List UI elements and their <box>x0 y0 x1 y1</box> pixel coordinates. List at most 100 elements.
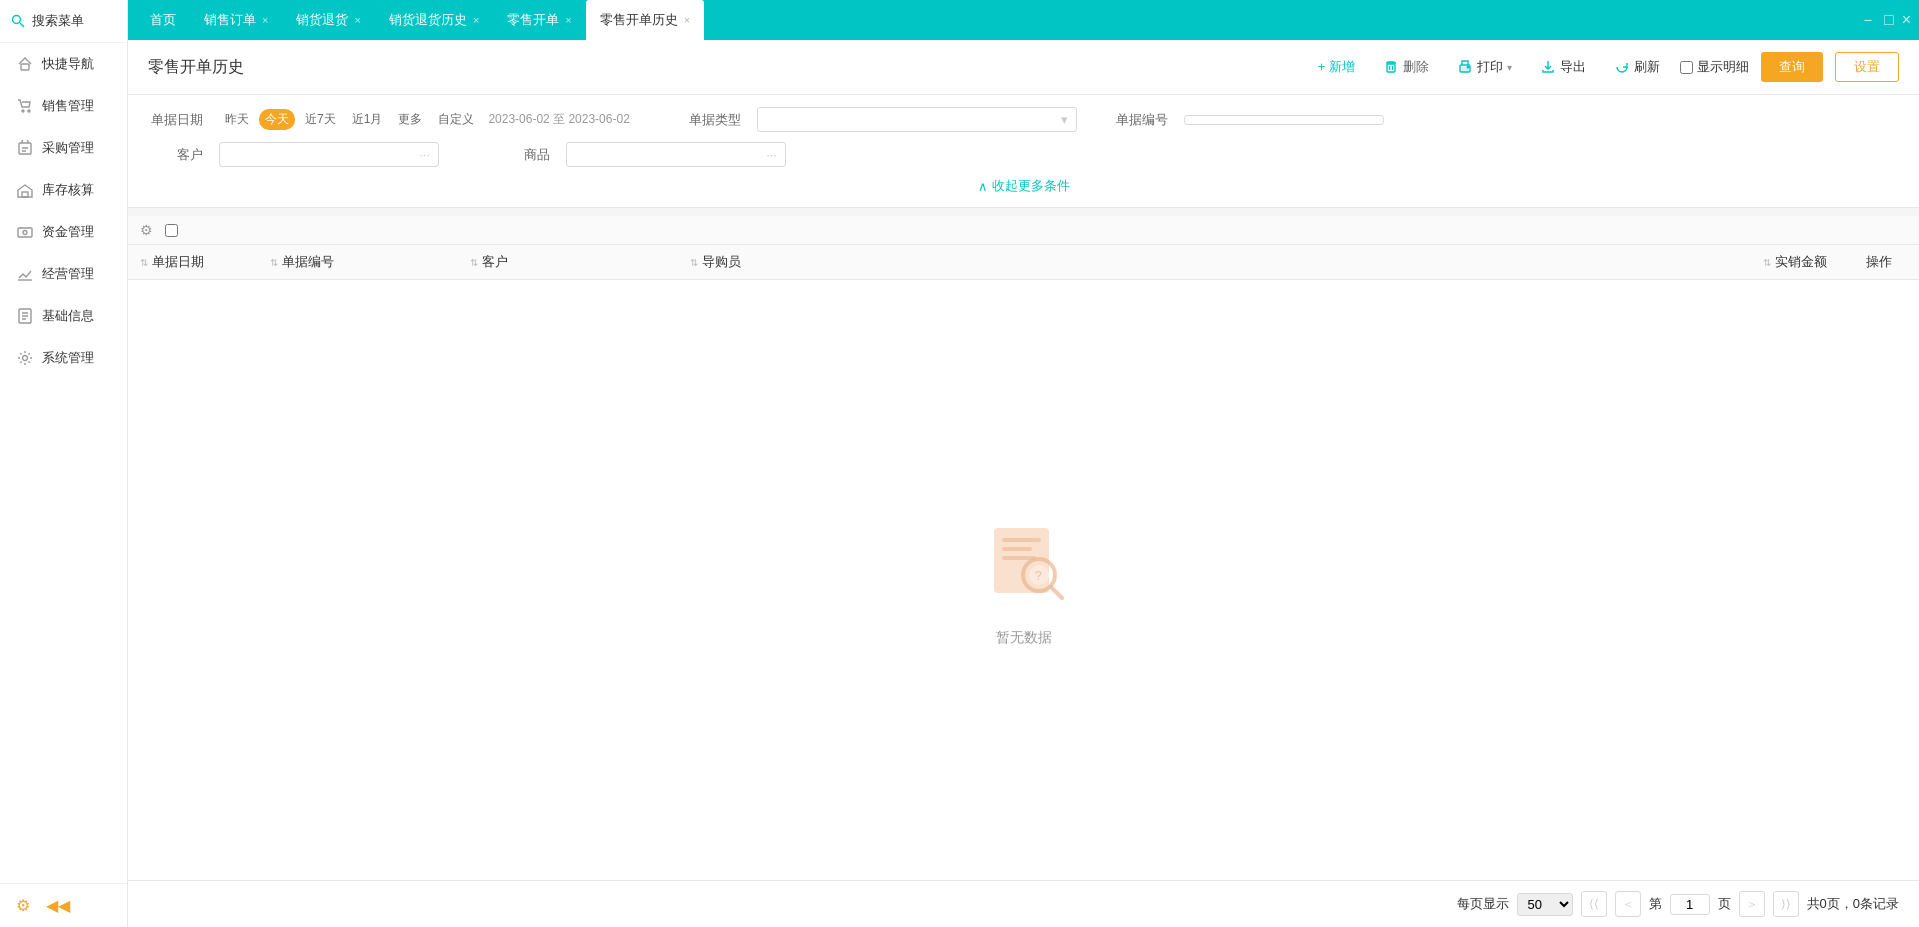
search-menu-label: 搜索菜单 <box>32 12 84 30</box>
query-btn[interactable]: 查询 <box>1761 52 1823 82</box>
next-page-btn[interactable]: ＞ <box>1739 891 1765 917</box>
show-detail-toggle[interactable]: 显示明细 <box>1680 58 1749 76</box>
sort-no-icon[interactable]: ⇅ <box>270 257 278 268</box>
no-input[interactable] <box>1184 115 1384 125</box>
sort-customer-icon[interactable]: ⇅ <box>470 257 478 268</box>
home-icon <box>16 55 34 73</box>
delete-btn[interactable]: 删除 <box>1375 54 1437 80</box>
tab-retail-open-close[interactable]: × <box>565 14 571 26</box>
sidebar-footer: ⚙ ◀◀ <box>0 883 127 927</box>
th-guide: ⇅ 导购员 <box>678 253 798 271</box>
tab-retail-open[interactable]: 零售开单 × <box>493 0 585 40</box>
tab-retail-open-history-label: 零售开单历史 <box>600 11 678 29</box>
th-date: ⇅ 单据日期 <box>128 253 258 271</box>
customer-picker-icon[interactable]: ··· <box>419 147 430 162</box>
sidebar-item-label: 快捷导航 <box>42 55 94 73</box>
page-number-input[interactable] <box>1670 894 1710 915</box>
shortcut-custom[interactable]: 自定义 <box>432 109 480 130</box>
window-maximize-btn[interactable]: □ <box>1884 11 1894 29</box>
sort-date-icon[interactable]: ⇅ <box>140 257 148 268</box>
print-dropdown-icon[interactable]: ▾ <box>1507 62 1512 73</box>
filter-row-2: 客户 ··· 商品 ··· <box>148 142 1899 167</box>
sidebar-item-kucun[interactable]: 库存核算 <box>0 169 127 211</box>
tab-sales-return[interactable]: 销货退货 × <box>282 0 374 40</box>
window-minimize-btn[interactable]: － <box>1860 10 1876 31</box>
svg-rect-11 <box>1387 64 1395 72</box>
show-detail-checkbox[interactable] <box>1680 61 1693 74</box>
shortcut-today[interactable]: 今天 <box>259 109 295 130</box>
tab-retail-open-history[interactable]: 零售开单历史 × <box>586 0 704 40</box>
sidebar-item-zijin[interactable]: 资金管理 <box>0 211 127 253</box>
export-icon <box>1540 59 1556 76</box>
tab-sales-return-history-label: 销货退货历史 <box>389 11 467 29</box>
sort-amount-icon[interactable]: ⇅ <box>1763 257 1771 268</box>
type-select[interactable]: ▾ <box>757 107 1077 132</box>
first-page-btn[interactable]: ⟨⟨ <box>1581 891 1607 917</box>
setting-btn[interactable]: 设置 <box>1835 52 1899 82</box>
delete-icon <box>1383 59 1399 76</box>
tab-sales-return-history[interactable]: 销货退货历史 × <box>375 0 493 40</box>
tab-home[interactable]: 首页 <box>136 0 190 40</box>
collapse-filter-btn[interactable]: ∧ 收起更多条件 <box>148 177 1899 195</box>
svg-rect-18 <box>1002 538 1041 542</box>
empty-icon: ? <box>974 513 1074 613</box>
shortcut-yesterday[interactable]: 昨天 <box>219 109 255 130</box>
tab-sales-return-label: 销货退货 <box>296 11 348 29</box>
tab-bar-actions: － □ × <box>1860 10 1911 31</box>
collapse-label: 收起更多条件 <box>992 177 1070 195</box>
main-content: 首页 销售订单 × 销货退货 × 销货退货历史 × 零售开单 × 零售开单历史 … <box>128 0 1919 927</box>
sidebar-item-label: 采购管理 <box>42 139 94 157</box>
svg-rect-6 <box>22 192 28 197</box>
collapse-sidebar-icon[interactable]: ◀◀ <box>46 896 70 915</box>
settings-footer-icon[interactable]: ⚙ <box>16 896 30 915</box>
shortcut-more[interactable]: 更多 <box>392 109 428 130</box>
sidebar-item-kuaijie[interactable]: 快捷导航 <box>0 43 127 85</box>
export-btn[interactable]: 导出 <box>1532 54 1594 80</box>
tab-sales-order[interactable]: 销售订单 × <box>190 0 282 40</box>
total-label: 共0页，0条记录 <box>1807 895 1899 913</box>
th-no-label: 单据编号 <box>282 253 334 271</box>
last-page-btn[interactable]: ⟩⟩ <box>1773 891 1799 917</box>
sidebar-item-jingying[interactable]: 经营管理 <box>0 253 127 295</box>
sidebar-item-caigou[interactable]: 采购管理 <box>0 127 127 169</box>
th-amount-label: 实销金额 <box>1775 253 1827 271</box>
type-filter-label: 单据类型 <box>686 111 741 129</box>
table-config-icon[interactable]: ⚙ <box>140 222 153 238</box>
goods-picker-icon[interactable]: ··· <box>766 147 777 162</box>
window-close-btn[interactable]: × <box>1902 11 1911 29</box>
tab-retail-open-history-close[interactable]: × <box>684 14 690 26</box>
shortcut-1month[interactable]: 近1月 <box>346 109 389 130</box>
sidebar-item-xiaoshou[interactable]: 销售管理 <box>0 85 127 127</box>
sort-guide-icon[interactable]: ⇅ <box>690 257 698 268</box>
page-label-before: 第 <box>1649 895 1662 913</box>
prev-page-btn[interactable]: ＜ <box>1615 891 1641 917</box>
sidebar-item-xitong[interactable]: 系统管理 <box>0 337 127 379</box>
search-icon <box>10 13 26 30</box>
goods-input[interactable]: ··· <box>566 142 786 167</box>
svg-rect-7 <box>18 228 32 237</box>
shortcut-7days[interactable]: 近7天 <box>299 109 342 130</box>
add-btn[interactable]: + 新增 <box>1310 54 1363 80</box>
th-action-label: 操作 <box>1866 253 1892 271</box>
search-menu-btn[interactable]: 搜索菜单 <box>0 0 127 43</box>
sidebar-item-label: 销售管理 <box>42 97 94 115</box>
th-guide-label: 导购员 <box>702 253 741 271</box>
toolbar: + 新增 删除 <box>1310 52 1899 82</box>
tab-sales-return-history-close[interactable]: × <box>473 14 479 26</box>
page-size-select[interactable]: 50 10 20 100 <box>1517 893 1573 916</box>
print-btn[interactable]: 打印 ▾ <box>1449 54 1520 80</box>
tab-sales-return-close[interactable]: × <box>354 14 360 26</box>
customer-input[interactable]: ··· <box>219 142 439 167</box>
export-label: 导出 <box>1560 58 1586 76</box>
th-no: ⇅ 单据编号 <box>258 253 458 271</box>
tab-sales-order-close[interactable]: × <box>262 14 268 26</box>
refresh-btn[interactable]: 刷新 <box>1606 54 1668 80</box>
th-customer: ⇅ 客户 <box>458 253 678 271</box>
svg-point-8 <box>23 231 27 235</box>
select-all-checkbox[interactable] <box>165 224 178 237</box>
delete-label: 删除 <box>1403 58 1429 76</box>
tab-retail-open-label: 零售开单 <box>507 11 559 29</box>
svg-point-4 <box>28 110 30 112</box>
page-label-after: 页 <box>1718 895 1731 913</box>
sidebar-item-jichu[interactable]: 基础信息 <box>0 295 127 337</box>
